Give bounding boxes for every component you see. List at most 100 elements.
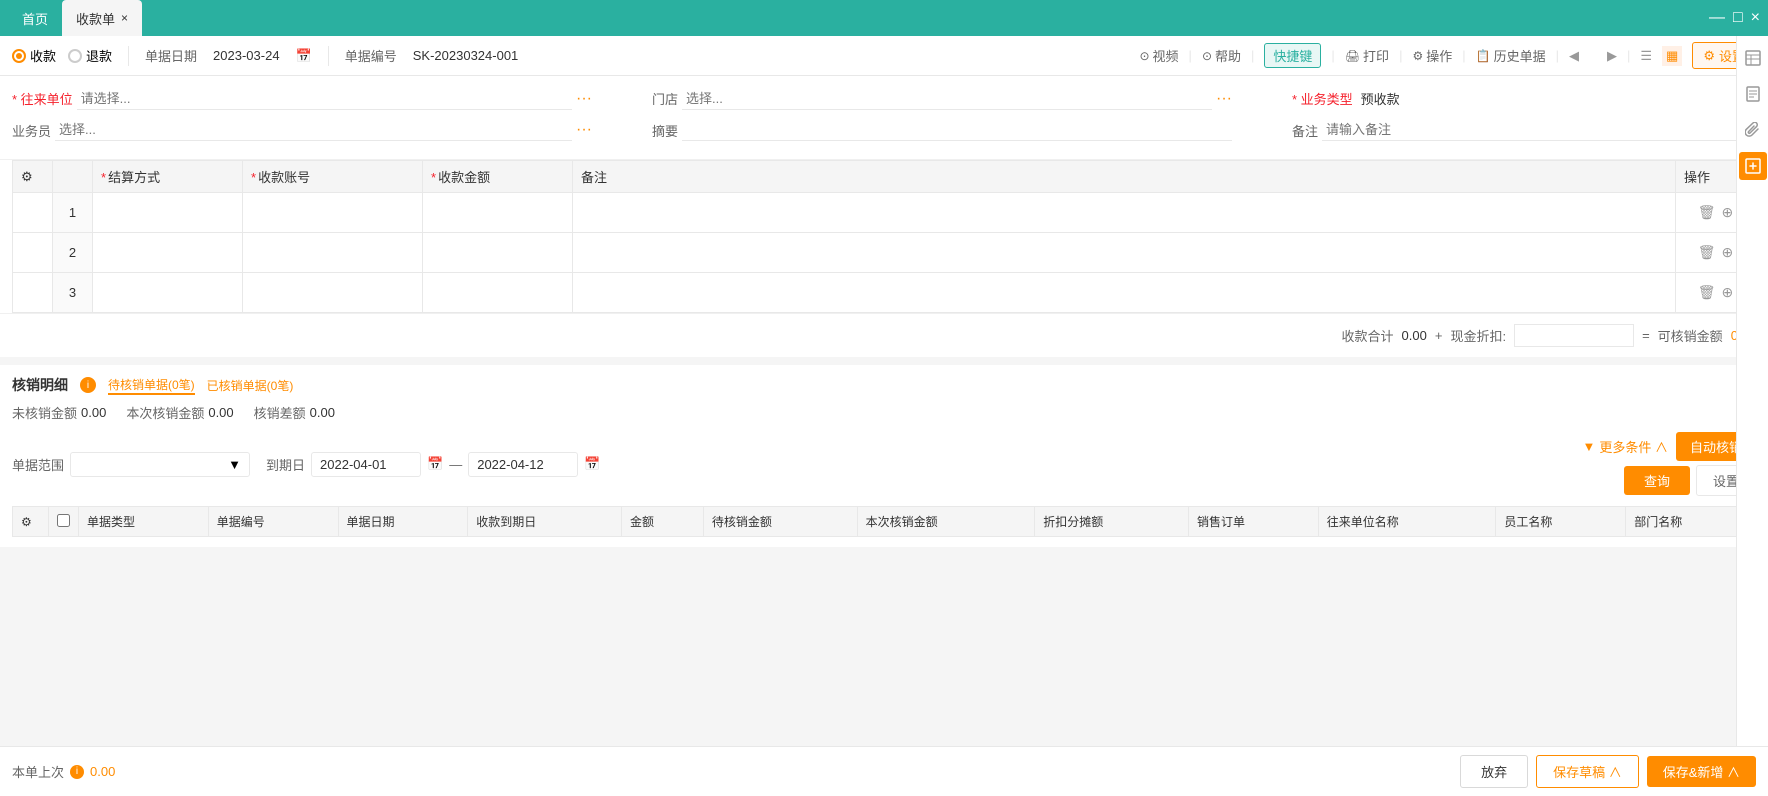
bt-col-checkbox[interactable] (49, 507, 79, 537)
radio-refund-circle (68, 49, 82, 63)
stat-this-cancel-value: 0.00 (208, 405, 233, 420)
nav-tab-active[interactable]: 收款单 × (62, 0, 142, 36)
bottom-left: 本单上次 i 0.00 (12, 762, 115, 781)
col-num-header (53, 161, 93, 193)
date-value: 2023-03-24 (213, 48, 280, 63)
row3-beizhu[interactable] (573, 273, 1676, 313)
hexiao-tab-pending[interactable]: 待核销单据(0笔) (108, 376, 195, 395)
staff-field: 业务员 ··· (12, 119, 592, 141)
row2-setting (13, 233, 53, 273)
partner-label: * 往来单位 (12, 89, 73, 108)
row1-shoukuan[interactable] (243, 193, 423, 233)
sidebar-form-icon[interactable] (1739, 80, 1767, 108)
row2-jiesuan[interactable] (93, 233, 243, 273)
row2-delete-btn[interactable]: 🗑 (1698, 244, 1716, 261)
nav-prev-icon[interactable]: ◀ (1569, 48, 1579, 64)
hexiao-info-icon[interactable]: i (80, 377, 96, 393)
row3-shoukuan[interactable] (243, 273, 423, 313)
bt-col-setting[interactable]: ⚙ (13, 507, 49, 537)
partner-input[interactable] (77, 88, 572, 110)
row3-num: 3 (53, 273, 93, 313)
row2-beizhu[interactable] (573, 233, 1676, 273)
save-new-btn[interactable]: 保存&新增 ∧ (1647, 756, 1756, 787)
bt-col-discount: 折扣分摊额 (1035, 507, 1189, 537)
number-label: 单据编号 (345, 46, 397, 65)
store-input[interactable] (682, 88, 1212, 110)
row2-copy-btn[interactable]: ⊕ (1722, 244, 1734, 261)
minimize-btn[interactable]: — (1709, 9, 1725, 27)
help-btn[interactable]: ⊙ 帮助 (1202, 46, 1241, 65)
calendar-icon[interactable]: 📅 (296, 48, 312, 64)
hexiao-tab-done[interactable]: 已核销单据(0笔) (207, 377, 294, 394)
row3-delete-btn[interactable]: 🗑 (1698, 284, 1716, 301)
calendar-icon-2[interactable]: 📅 (584, 456, 600, 472)
nav-tab-home[interactable]: 首页 (8, 0, 62, 36)
info-icon-bottom[interactable]: i (70, 765, 84, 779)
row2-jine[interactable] (423, 233, 573, 273)
bt-col-duedate: 收款到期日 (468, 507, 622, 537)
filter-row: 单据范围 ▼ 到期日 📅 — 📅 ▼ 更多条件 ∧ (12, 432, 1756, 496)
nav-next-icon[interactable]: ▶ (1607, 48, 1617, 64)
operation-btn[interactable]: ⚙ 操作 (1412, 46, 1452, 65)
window-close-btn[interactable]: × (1751, 9, 1760, 27)
receipt-table: ⚙ *结算方式 *收款账号 *收款金额 备注 操作 1 (12, 160, 1756, 313)
save-draft-btn[interactable]: 保存草稿 ∧ (1536, 755, 1639, 788)
bt-select-all[interactable] (57, 514, 70, 527)
active-tab-label: 收款单 (76, 9, 115, 28)
print-btn[interactable]: 🖨 打印 (1345, 46, 1389, 65)
row3-jine[interactable] (423, 273, 573, 313)
remark-input[interactable] (1322, 119, 1756, 141)
more-filter-btn[interactable]: ▼ 更多条件 ∧ (1582, 437, 1668, 456)
summary-field: 摘要 (652, 119, 1232, 141)
table-section: ⚙ *结算方式 *收款账号 *收款金额 备注 操作 1 (0, 160, 1768, 313)
hexiao-header: 核销明细 i 待核销单据(0笔) 已核销单据(0笔) (12, 375, 1756, 395)
date-to-input[interactable] (468, 452, 578, 477)
shoukuan-required: * (251, 170, 256, 185)
hexiao-stats: 未核销金额 0.00 本次核销金额 0.00 核销差额 0.00 (12, 403, 1756, 422)
row3-jiesuan[interactable] (93, 273, 243, 313)
maximize-btn[interactable]: □ (1733, 9, 1743, 27)
video-btn[interactable]: ⊙ 视频 (1139, 46, 1178, 65)
radio-receipt[interactable]: 收款 (12, 46, 56, 65)
row1-beizhu[interactable] (573, 193, 1676, 233)
section-divider (0, 357, 1768, 365)
shortcut-btn[interactable]: 快捷键 (1264, 43, 1321, 68)
summary-input[interactable] (682, 119, 1232, 141)
history-btn[interactable]: 📋 历史单据 (1476, 46, 1546, 65)
date-from-input[interactable] (311, 452, 421, 477)
card-view-icon[interactable]: ▦ (1662, 46, 1682, 66)
prev-next-value: 0.00 (90, 764, 115, 779)
row3-copy-btn[interactable]: ⊕ (1722, 284, 1734, 301)
close-tab-icon[interactable]: × (121, 11, 128, 25)
partner-more-btn[interactable]: ··· (576, 90, 592, 108)
toolbar-right: ⊙ 视频 | ⊙ 帮助 | 快捷键 | 🖨 打印 | ⚙ 操作 | 📋 历史单据… (1139, 42, 1756, 69)
radio-refund[interactable]: 退款 (68, 46, 112, 65)
sidebar-table-icon[interactable] (1739, 44, 1767, 72)
row1-jiesuan[interactable] (93, 193, 243, 233)
staff-input[interactable] (55, 119, 572, 141)
store-more-btn[interactable]: ··· (1216, 90, 1232, 108)
row1-copy-btn[interactable]: ⊕ (1722, 204, 1734, 221)
row2-shoukuan[interactable] (243, 233, 423, 273)
abandon-btn[interactable]: 放弃 (1460, 755, 1528, 788)
staff-more-btn[interactable]: ··· (576, 121, 592, 139)
sidebar-expand-icon[interactable] (1739, 152, 1767, 180)
grid-view-icon[interactable]: ☰ (1640, 48, 1652, 64)
table-setting-icon[interactable]: ⚙ (21, 169, 33, 184)
col-setting-header[interactable]: ⚙ (13, 161, 53, 193)
bottom-right: 放弃 保存草稿 ∧ 保存&新增 ∧ (1460, 755, 1756, 788)
sidebar-attachment-icon[interactable] (1739, 116, 1767, 144)
calc-row: 收款合计 0.00 + 现金折扣: = 可核销金额 0.00 (0, 313, 1768, 357)
table-row: 1 🗑 ⊕ (13, 193, 1756, 233)
row2-num: 2 (53, 233, 93, 273)
row1-delete-btn[interactable]: 🗑 (1698, 204, 1716, 221)
bt-col-staff: 员工名称 (1496, 507, 1626, 537)
query-btn[interactable]: 查询 (1624, 466, 1690, 495)
range-filter: 单据范围 ▼ (12, 452, 250, 477)
discount-input[interactable] (1514, 324, 1634, 347)
range-select[interactable]: ▼ (70, 452, 250, 477)
row1-jine[interactable] (423, 193, 573, 233)
row1-setting (13, 193, 53, 233)
col-jine-header: *收款金额 (423, 161, 573, 193)
calendar-icon-1[interactable]: 📅 (427, 456, 443, 472)
